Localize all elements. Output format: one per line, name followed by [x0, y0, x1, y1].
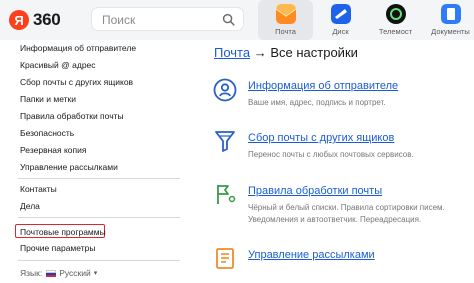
sidebar-item-security[interactable]: Безопасность — [20, 128, 74, 138]
app-label-disk: Диск — [332, 27, 349, 36]
sidebar-item-newsletters[interactable]: Управление рассылками — [20, 162, 118, 172]
documents-icon — [440, 4, 461, 24]
newsletters-list-icon — [216, 248, 234, 269]
sidebar-divider — [18, 178, 180, 179]
telemost-icon — [385, 4, 406, 24]
app-label-telemost: Телемост — [378, 27, 413, 36]
rules-flag-icon — [217, 185, 236, 204]
sender-info-icon — [213, 78, 237, 102]
app-switcher: Почта Диск Телемост Документы — [258, 0, 474, 40]
breadcrumb-current: Все настройки — [270, 45, 358, 60]
section-sender-info-title[interactable]: Информация об отправителе — [248, 80, 398, 92]
section-newsletters-title[interactable]: Управление рассылками — [248, 249, 375, 261]
logo-text: 360 — [33, 10, 61, 29]
sidebar-item-mail-collection[interactable]: Сбор почты с других ящиков — [20, 77, 133, 87]
app-documents[interactable]: Документы — [423, 0, 474, 40]
language-label: Язык: — [20, 268, 43, 278]
language-value: Русский — [59, 268, 91, 278]
section-sender-info-desc: Ваше имя, адрес, подпись и портрет. — [248, 98, 386, 107]
sidebar-divider — [18, 217, 180, 218]
sidebar-item-sender-info[interactable]: Информация об отправителе — [20, 43, 136, 53]
search-box[interactable] — [91, 7, 244, 31]
breadcrumb-arrow: → — [250, 45, 271, 60]
top-header: Я 360 Почта Диск — [0, 0, 474, 40]
search-icon[interactable] — [222, 13, 235, 26]
search-input[interactable] — [102, 11, 212, 28]
breadcrumb: Почта → Все настройки — [214, 45, 358, 60]
breadcrumb-mail-link[interactable]: Почта — [214, 45, 250, 60]
disk-icon — [330, 4, 351, 24]
app-label-mail: Почта — [275, 27, 296, 36]
filter-funnel-icon — [215, 131, 235, 152]
sidebar-item-contacts[interactable]: Контакты — [20, 184, 57, 194]
language-selector[interactable]: Язык: Русский ▾ — [20, 268, 97, 278]
settings-main: Почта → Все настройки Информация об отпр… — [181, 40, 474, 283]
russian-flag-icon — [46, 269, 57, 277]
app-disk[interactable]: Диск — [313, 0, 368, 40]
sidebar-item-other-settings[interactable]: Прочие параметры — [20, 243, 95, 253]
mail-envelope-icon — [275, 4, 296, 24]
app-mail[interactable]: Почта — [258, 0, 313, 40]
sidebar-item-folders-labels[interactable]: Папки и метки — [20, 94, 76, 104]
chevron-down-icon: ▾ — [93, 270, 98, 277]
section-mail-rules-desc-line1: Чёрный и белый списки. Правила сортировк… — [248, 203, 445, 212]
section-mail-collection-title[interactable]: Сбор почты с других ящиков — [248, 132, 394, 144]
section-mail-rules-title[interactable]: Правила обработки почты — [248, 185, 382, 197]
sidebar-item-beautiful-address[interactable]: Красивый @ адрес — [20, 60, 96, 70]
sidebar-item-backup[interactable]: Резервная копия — [20, 145, 87, 155]
app-telemost[interactable]: Телемост — [368, 0, 423, 40]
sidebar-item-mail-clients[interactable]: Почтовые программы — [20, 227, 106, 237]
sidebar-item-mail-rules[interactable]: Правила обработки почты — [20, 111, 124, 121]
section-mail-collection-desc: Перенос почты с любых почтовых сервисов. — [248, 150, 414, 159]
settings-sidebar: Информация об отправителе Красивый @ адр… — [0, 40, 181, 283]
sidebar-divider — [18, 260, 180, 261]
yandex-360-logo[interactable]: Я 360 — [9, 10, 61, 30]
section-mail-rules-desc-line2: Уведомления и автоответчик. Переадресаци… — [248, 215, 422, 224]
yandex-logo-icon: Я — [9, 10, 29, 30]
sidebar-item-tasks[interactable]: Дела — [20, 201, 40, 211]
app-label-documents: Документы — [431, 27, 470, 36]
